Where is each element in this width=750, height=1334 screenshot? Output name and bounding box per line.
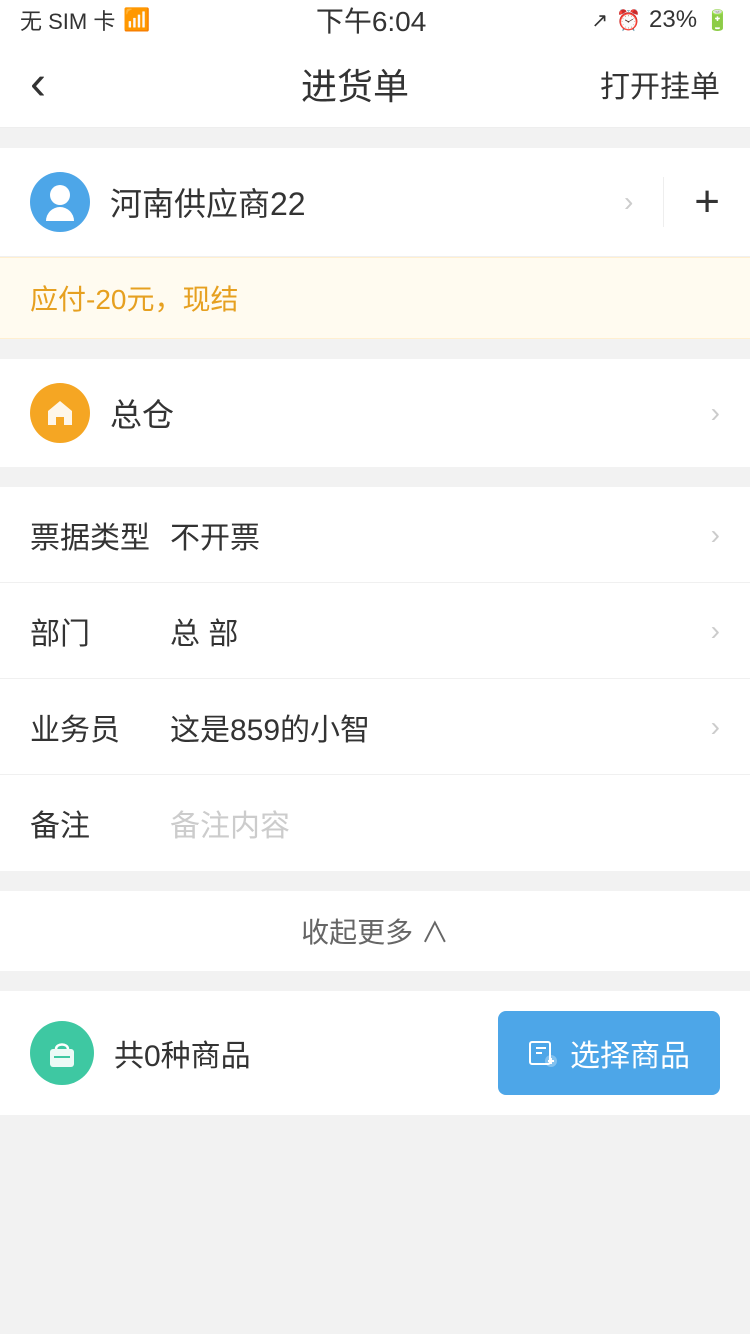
notice-banner: 应付-20元，现结 xyxy=(0,257,750,339)
house-svg xyxy=(44,397,76,429)
collapse-text: 收起更多 ∧ xyxy=(301,911,449,951)
salesperson-row[interactable]: 业务员 这是859的小智 › xyxy=(0,679,750,775)
open-pending-button[interactable]: 打开挂单 xyxy=(600,62,720,106)
department-row[interactable]: 部门 总 部 › xyxy=(0,583,750,679)
bottom-section: 共0种商品 选择商品 xyxy=(0,991,750,1115)
supplier-row[interactable]: 河南供应商22 › + xyxy=(0,148,750,257)
warehouse-icon xyxy=(30,383,90,443)
remark-row[interactable]: 备注 备注内容 xyxy=(0,775,750,871)
invoice-type-label: 票据类型 xyxy=(30,513,170,557)
supplier-divider xyxy=(663,177,664,227)
select-product-button[interactable]: 选择商品 xyxy=(498,1011,720,1095)
battery-icon: 🔋 xyxy=(705,8,730,33)
status-time: 下午6:04 xyxy=(316,0,427,40)
wifi-icon: 📶 xyxy=(123,7,150,33)
warehouse-name: 总仓 xyxy=(110,390,711,436)
salesperson-chevron-icon: › xyxy=(711,711,720,743)
form-section: 票据类型 不开票 › 部门 总 部 › 业务员 这是859的小智 › 备注 备注… xyxy=(0,487,750,871)
avatar-head xyxy=(50,185,70,205)
invoice-type-value: 不开票 xyxy=(170,513,711,557)
department-chevron-icon: › xyxy=(711,615,720,647)
select-product-icon xyxy=(528,1038,558,1068)
back-button[interactable]: ‹ xyxy=(30,56,110,111)
invoice-type-row[interactable]: 票据类型 不开票 › xyxy=(0,487,750,583)
avatar-body xyxy=(46,207,74,221)
avatar-person-icon xyxy=(43,185,77,219)
notice-text: 应付-20元，现结 xyxy=(30,284,238,315)
status-bar: 无 SIM 卡 📶 下午6:04 ↗ ⏰ 23% 🔋 xyxy=(0,0,750,40)
invoice-type-chevron-icon: › xyxy=(711,519,720,551)
status-right: ↗ ⏰ 23% 🔋 xyxy=(591,6,730,34)
warehouse-row[interactable]: 总仓 › xyxy=(0,359,750,467)
remark-input[interactable]: 备注内容 xyxy=(170,801,720,845)
product-count: 共0种商品 xyxy=(114,1031,478,1075)
product-bag-icon xyxy=(30,1021,94,1085)
collapse-section[interactable]: 收起更多 ∧ xyxy=(0,891,750,971)
supplier-name: 河南供应商22 xyxy=(110,179,624,225)
bag-svg xyxy=(44,1035,80,1071)
select-product-label: 选择商品 xyxy=(570,1031,690,1075)
location-icon: ↗ xyxy=(591,8,608,33)
no-sim-text: 无 SIM 卡 xyxy=(20,4,115,36)
nav-bar: ‹ 进货单 打开挂单 xyxy=(0,40,750,128)
department-value: 总 部 xyxy=(170,609,711,653)
supplier-chevron-icon: › xyxy=(624,186,633,218)
alarm-icon: ⏰ xyxy=(616,8,641,33)
battery-text: 23% xyxy=(649,6,697,34)
warehouse-chevron-icon: › xyxy=(711,397,720,429)
content: 河南供应商22 › + 应付-20元，现结 总仓 › 票据类型 不开票 xyxy=(0,148,750,1115)
supplier-section: 河南供应商22 › + 应付-20元，现结 xyxy=(0,148,750,339)
remark-label: 备注 xyxy=(30,801,170,845)
page-title: 进货单 xyxy=(301,58,409,110)
salesperson-value: 这是859的小智 xyxy=(170,705,711,749)
status-left: 无 SIM 卡 📶 xyxy=(20,4,151,36)
supplier-avatar xyxy=(30,172,90,232)
department-label: 部门 xyxy=(30,609,170,653)
salesperson-label: 业务员 xyxy=(30,705,170,749)
warehouse-section: 总仓 › xyxy=(0,359,750,467)
add-supplier-button[interactable]: + xyxy=(694,180,720,224)
